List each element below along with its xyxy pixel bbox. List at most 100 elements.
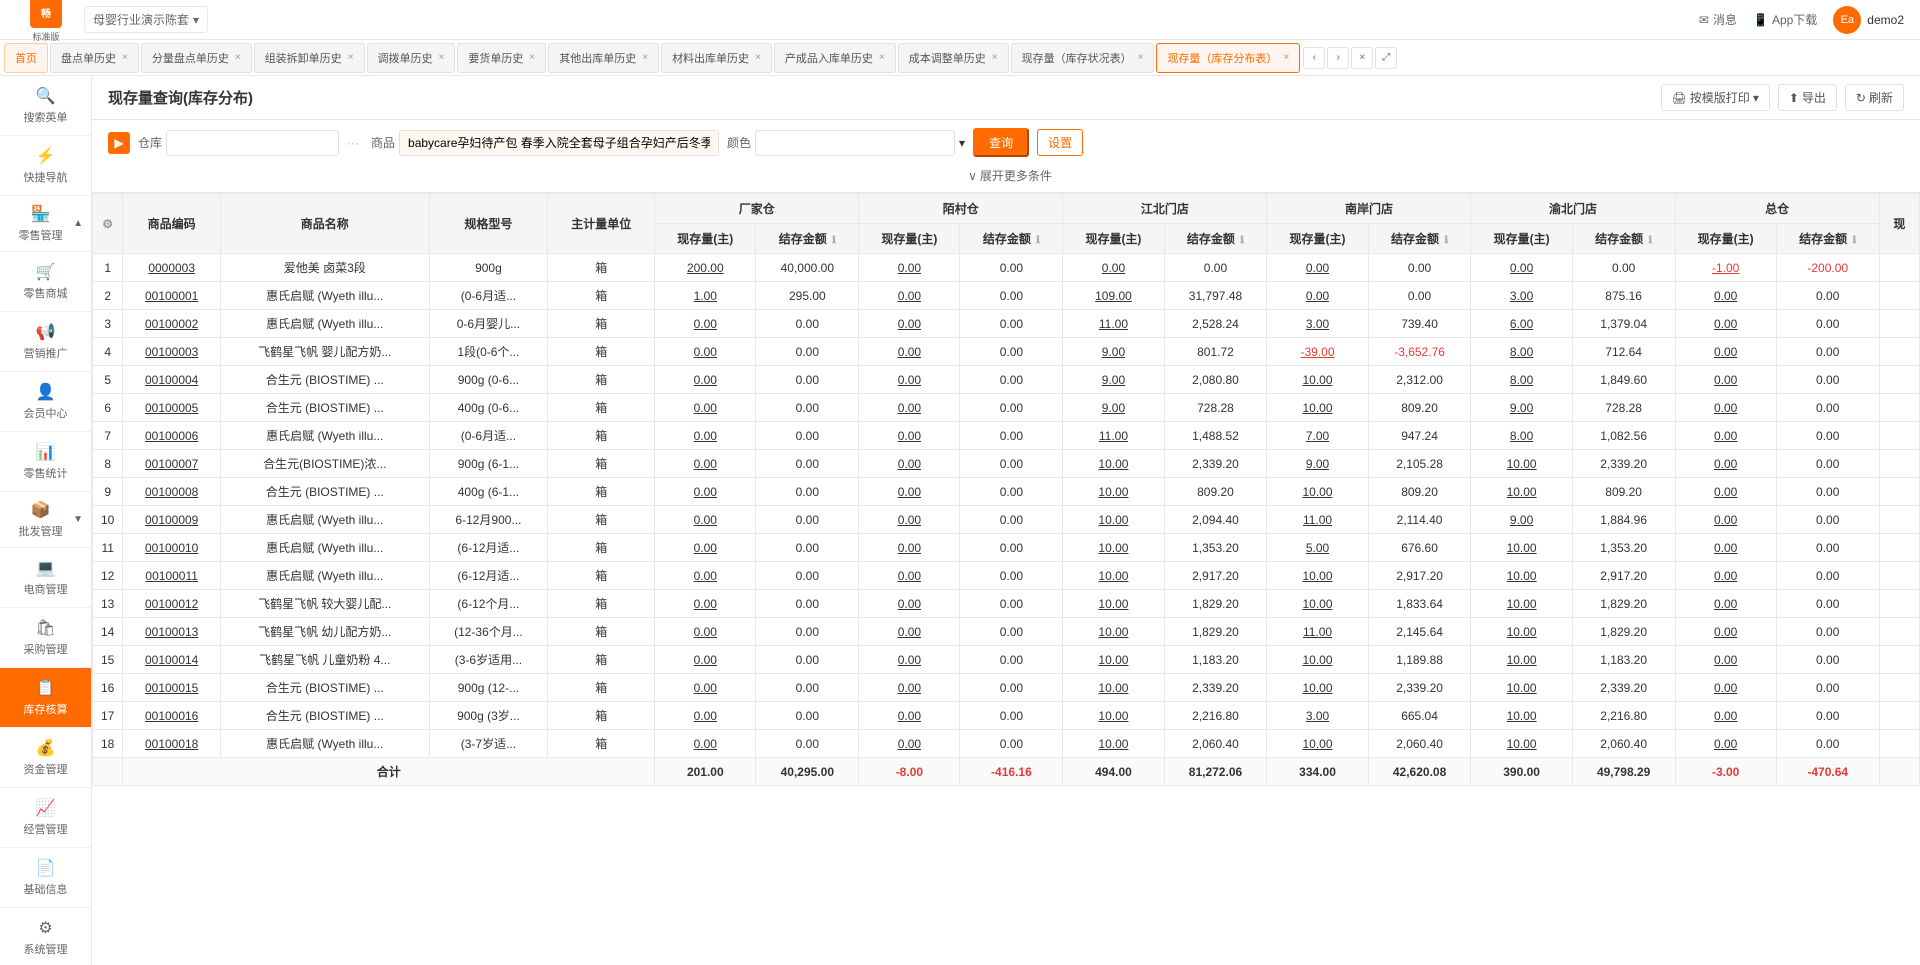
row-na-qty[interactable]: 9.00 <box>1267 450 1368 478</box>
row-jb-qty[interactable]: 10.00 <box>1063 450 1164 478</box>
row-f-qty[interactable]: 0.00 <box>655 618 756 646</box>
row-m-qty[interactable]: 0.00 <box>859 478 960 506</box>
row-m-qty[interactable]: 0.00 <box>859 562 960 590</box>
row-code[interactable]: 0000003 <box>123 254 221 282</box>
close-icon[interactable]: × <box>348 52 354 63</box>
row-code[interactable]: 00100012 <box>123 590 221 618</box>
tab-prev-button[interactable]: ‹ <box>1303 47 1325 69</box>
setting-button[interactable]: 设置 <box>1037 129 1083 156</box>
row-code[interactable]: 00100007 <box>123 450 221 478</box>
row-yu-qty[interactable]: 9.00 <box>1471 394 1572 422</box>
row-code[interactable]: 00100009 <box>123 506 221 534</box>
row-total-qty[interactable]: 0.00 <box>1675 562 1776 590</box>
info-icon5[interactable]: ℹ <box>1648 235 1652 246</box>
row-total-qty[interactable]: 0.00 <box>1675 674 1776 702</box>
row-jb-qty[interactable]: 11.00 <box>1063 310 1164 338</box>
sidebar-item-member[interactable]: 👤 会员中心 <box>0 372 91 432</box>
row-jb-qty[interactable]: 10.00 <box>1063 674 1164 702</box>
app-download-button[interactable]: 📱 App下载 <box>1753 11 1817 28</box>
close-icon[interactable]: × <box>879 52 885 63</box>
row-total-qty[interactable]: 0.00 <box>1675 422 1776 450</box>
tab-home[interactable]: 首页 <box>4 43 48 73</box>
tab-2[interactable]: 分量盘点单历史 × <box>141 43 252 73</box>
row-code[interactable]: 00100006 <box>123 422 221 450</box>
color-input[interactable] <box>755 130 955 156</box>
tab-maximize-button[interactable]: ⤢ <box>1375 47 1397 69</box>
sidebar-item-retail-manage[interactable]: 🏪 零售管理 ▲ <box>0 196 91 252</box>
row-total-qty[interactable]: 0.00 <box>1675 702 1776 730</box>
row-code[interactable]: 00100014 <box>123 646 221 674</box>
export-button[interactable]: ⬆ 导出 <box>1778 84 1837 111</box>
sidebar-item-info[interactable]: 📄 基础信息 <box>0 848 91 908</box>
row-total-qty[interactable]: 0.00 <box>1675 282 1776 310</box>
warehouse-input[interactable] <box>166 130 339 156</box>
row-m-qty[interactable]: 0.00 <box>859 394 960 422</box>
row-code[interactable]: 00100015 <box>123 674 221 702</box>
row-m-qty[interactable]: 0.00 <box>859 254 960 282</box>
row-total-qty[interactable]: 0.00 <box>1675 450 1776 478</box>
row-na-qty[interactable]: 0.00 <box>1267 282 1368 310</box>
row-f-qty[interactable]: 0.00 <box>655 730 756 758</box>
row-code[interactable]: 00100013 <box>123 618 221 646</box>
row-code[interactable]: 00100001 <box>123 282 221 310</box>
row-m-qty[interactable]: 0.00 <box>859 450 960 478</box>
row-total-qty[interactable]: 0.00 <box>1675 338 1776 366</box>
row-f-qty[interactable]: 0.00 <box>655 450 756 478</box>
info-icon2[interactable]: ℹ <box>1036 235 1040 246</box>
row-m-qty[interactable]: 0.00 <box>859 646 960 674</box>
row-code[interactable]: 00100003 <box>123 338 221 366</box>
row-m-qty[interactable]: 0.00 <box>859 338 960 366</box>
row-m-qty[interactable]: 0.00 <box>859 730 960 758</box>
tab-next-button[interactable]: › <box>1327 47 1349 69</box>
gear-icon[interactable]: ⚙ <box>102 217 113 231</box>
row-jb-qty[interactable]: 9.00 <box>1063 338 1164 366</box>
expand-more-button[interactable]: ∨ 展开更多条件 <box>968 167 1052 184</box>
row-total-qty[interactable]: 0.00 <box>1675 730 1776 758</box>
row-f-qty[interactable]: 0.00 <box>655 646 756 674</box>
sidebar-item-nav[interactable]: ⚡ 快捷导航 <box>0 136 91 196</box>
row-code[interactable]: 00100004 <box>123 366 221 394</box>
row-jb-qty[interactable]: 10.00 <box>1063 478 1164 506</box>
row-jb-qty[interactable]: 10.00 <box>1063 590 1164 618</box>
row-jb-qty[interactable]: 10.00 <box>1063 618 1164 646</box>
row-total-qty[interactable]: 0.00 <box>1675 310 1776 338</box>
row-code[interactable]: 00100005 <box>123 394 221 422</box>
close-icon[interactable]: × <box>642 52 648 63</box>
row-total-qty[interactable]: 0.00 <box>1675 534 1776 562</box>
row-yu-qty[interactable]: 8.00 <box>1471 366 1572 394</box>
sidebar-item-finance[interactable]: 💰 资金管理 <box>0 728 91 788</box>
row-f-qty[interactable]: 0.00 <box>655 534 756 562</box>
row-m-qty[interactable]: 0.00 <box>859 590 960 618</box>
sidebar-item-retail-shop[interactable]: 🛒 零售商城 <box>0 252 91 312</box>
row-yu-qty[interactable]: 10.00 <box>1471 646 1572 674</box>
print-button[interactable]: 🖨 按模版打印 ▾ <box>1661 84 1770 111</box>
row-f-qty[interactable]: 0.00 <box>655 366 756 394</box>
row-total-qty[interactable]: 0.00 <box>1675 478 1776 506</box>
row-f-qty[interactable]: 0.00 <box>655 394 756 422</box>
row-na-qty[interactable]: 3.00 <box>1267 310 1368 338</box>
row-yu-qty[interactable]: 10.00 <box>1471 450 1572 478</box>
row-jb-qty[interactable]: 0.00 <box>1063 254 1164 282</box>
row-na-qty[interactable]: 7.00 <box>1267 422 1368 450</box>
row-yu-qty[interactable]: 8.00 <box>1471 338 1572 366</box>
row-yu-qty[interactable]: 10.00 <box>1471 730 1572 758</box>
row-na-qty[interactable]: -39.00 <box>1267 338 1368 366</box>
tab-11-active[interactable]: 现存量（库存分布表） × <box>1156 43 1300 73</box>
row-m-qty[interactable]: 0.00 <box>859 422 960 450</box>
close-icon[interactable]: × <box>755 52 761 63</box>
row-f-qty[interactable]: 0.00 <box>655 310 756 338</box>
row-m-qty[interactable]: 0.00 <box>859 282 960 310</box>
row-total-qty[interactable]: 0.00 <box>1675 394 1776 422</box>
close-icon[interactable]: × <box>1283 52 1289 63</box>
row-m-qty[interactable]: 0.00 <box>859 366 960 394</box>
row-yu-qty[interactable]: 9.00 <box>1471 506 1572 534</box>
row-code[interactable]: 00100010 <box>123 534 221 562</box>
row-yu-qty[interactable]: 10.00 <box>1471 534 1572 562</box>
info-icon1[interactable]: ℹ <box>832 235 836 246</box>
row-m-qty[interactable]: 0.00 <box>859 310 960 338</box>
row-m-qty[interactable]: 0.00 <box>859 534 960 562</box>
row-jb-qty[interactable]: 11.00 <box>1063 422 1164 450</box>
row-total-qty[interactable]: 0.00 <box>1675 590 1776 618</box>
tab-5[interactable]: 要货单历史 × <box>457 43 546 73</box>
row-total-qty[interactable]: -1.00 <box>1675 254 1776 282</box>
